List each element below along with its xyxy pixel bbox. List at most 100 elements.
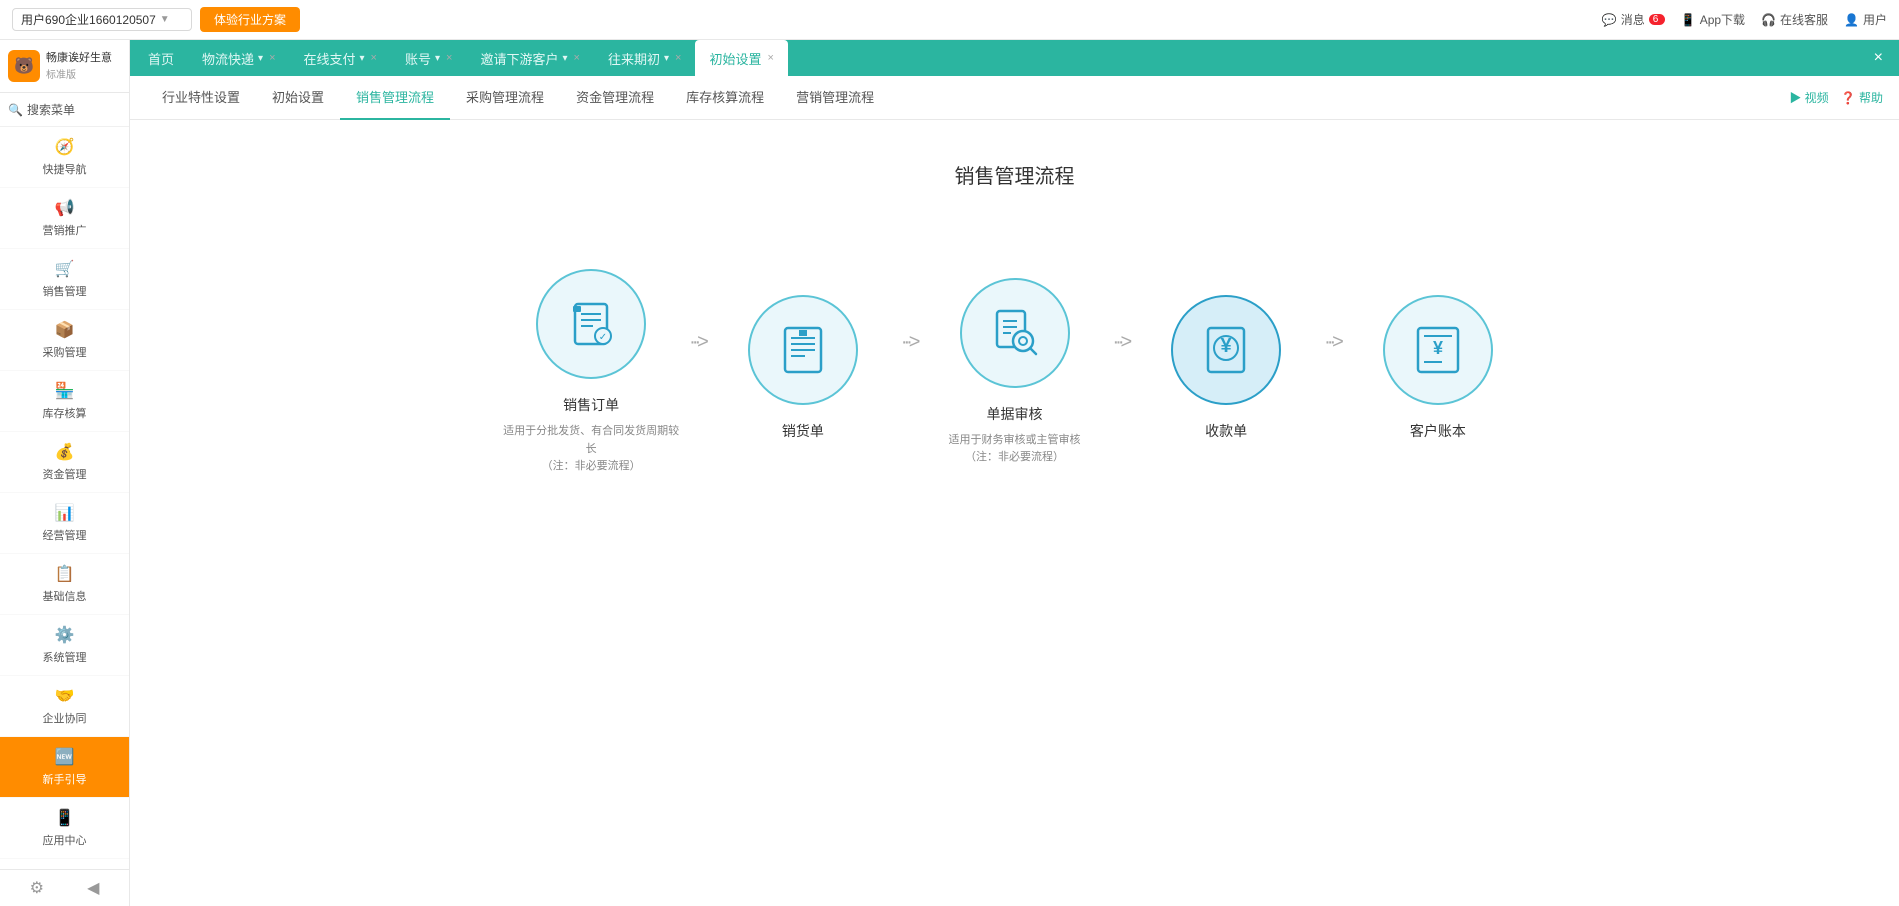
flow-arrow-0: ···> — [689, 331, 705, 354]
sidebar-item-marketing-promo[interactable]: 📢营销推广 — [0, 188, 129, 249]
download-icon: 📱 — [1681, 13, 1696, 27]
nav-icon-finance-mgmt: 💰 — [55, 442, 75, 462]
sub-tabs-right: ▶ 视频 ❓ 帮助 — [1789, 89, 1883, 106]
nav-tab-init-setup[interactable]: 初始设置 × — [695, 40, 787, 76]
help-link[interactable]: ❓ 帮助 — [1841, 89, 1883, 106]
nav-label-enterprise-collab: 企业协同 — [43, 710, 87, 726]
sidebar: 🐻 畅康诶好生意 标准版 🔍 搜索菜单 🧭快捷导航📢营销推广🛒销售管理📦采购管理… — [0, 40, 130, 906]
nav-icon-purchase-mgmt: 📦 — [55, 320, 75, 340]
nav-tab-arrow-account: ▾ — [435, 53, 440, 64]
nav-tab-arrow-payment: ▾ — [360, 53, 365, 64]
nav-icon-quick-nav: 🧭 — [55, 137, 75, 157]
top-bar-right: 💬 消息 6 📱 App下载 🎧 在线客服 👤 用户 — [1602, 11, 1887, 28]
flow-circle-doc-review — [960, 278, 1070, 388]
top-bar: 用户690企业1660120507 ▼ 体验行业方案 💬 消息 6 📱 App下… — [0, 0, 1899, 40]
flow-desc-sales-order: 适用于分批发货、有合同发货周期较长（注：非必要流程） — [501, 423, 681, 476]
nav-icon-app-center: 📱 — [55, 808, 75, 828]
nav-label-app-center: 应用中心 — [43, 832, 87, 848]
nav-label-purchase-mgmt: 采购管理 — [43, 344, 87, 360]
nav-tab-account[interactable]: 账号▾× — [391, 40, 466, 76]
flow-label-doc-review: 单据审核 — [987, 404, 1043, 424]
sub-tab-sales-flow[interactable]: 销售管理流程 — [340, 76, 450, 120]
nav-tab-arrow-invite: ▾ — [562, 53, 567, 64]
search-icon: 🔍 — [8, 103, 23, 117]
nav-tabs: 首页物流快递▾×在线支付▾×账号▾×邀请下游客户▾×往来期初▾×初始设置×× — [130, 40, 1899, 76]
collapse-icon[interactable]: ◀ — [87, 878, 99, 898]
nav-tab-period-init[interactable]: 往来期初 ▾ × — [594, 40, 695, 76]
flow-item-customer-account[interactable]: ¥ 客户账本 — [1348, 295, 1528, 449]
flow-arrow-3: ···> — [1324, 331, 1340, 354]
sidebar-item-ops-mgmt[interactable]: 📊经营管理 — [0, 493, 129, 554]
sidebar-item-sales-mgmt[interactable]: 🛒销售管理 — [0, 249, 129, 310]
sidebar-item-inventory[interactable]: 🏪库存核算 — [0, 371, 129, 432]
help-icon: ❓ — [1841, 91, 1856, 105]
sidebar-item-basic-info[interactable]: 📋基础信息 — [0, 554, 129, 615]
flow-desc-doc-review: 适用于财务审核或主管审核（注：非必要流程） — [949, 432, 1081, 467]
nav-label-sys-mgmt: 系统管理 — [43, 649, 87, 665]
nav-tabs-close-all[interactable]: × — [1862, 49, 1895, 67]
sidebar-item-enterprise-wechat[interactable]: 💬企业微信 — [0, 859, 129, 869]
flow-item-sales-invoice[interactable]: 销货单 — [713, 295, 893, 449]
main-layout: 🐻 畅康诶好生意 标准版 🔍 搜索菜单 🧭快捷导航📢营销推广🛒销售管理📦采购管理… — [0, 40, 1899, 906]
svg-text:✓: ✓ — [599, 332, 607, 343]
help-label: 帮助 — [1859, 91, 1883, 105]
video-link[interactable]: ▶ 视频 — [1789, 89, 1828, 106]
sidebar-item-purchase-mgmt[interactable]: 📦 采购管理 — [0, 310, 129, 371]
flow-item-sales-order[interactable]: ✓ 销售订单 适用于分批发货、有合同发货周期较长（注：非必要流程） — [501, 269, 681, 476]
nav-tab-close-init-setup[interactable]: × — [767, 52, 773, 64]
sub-tab-purchase-flow[interactable]: 采购管理流程 — [450, 76, 560, 120]
user-profile-link[interactable]: 👤 用户 — [1844, 11, 1887, 28]
message-link[interactable]: 💬 消息 6 — [1602, 11, 1665, 28]
nav-tab-arrow-logistics: ▾ — [258, 53, 263, 64]
nav-tab-home[interactable]: 首页 — [134, 40, 188, 76]
sidebar-item-finance-mgmt[interactable]: 💰资金管理 — [0, 432, 129, 493]
sub-tab-init-settings[interactable]: 初始设置 — [256, 76, 340, 120]
service-icon: 🎧 — [1761, 13, 1776, 27]
search-label: 搜索菜单 — [27, 101, 75, 118]
sidebar-item-new-guide[interactable]: 🆕新手引导 — [0, 737, 129, 798]
nav-tab-arrow-period-init: ▾ — [664, 53, 669, 64]
user-selector-text: 用户690企业1660120507 — [21, 11, 156, 28]
sub-tab-inventory-flow[interactable]: 库存核算流程 — [670, 76, 780, 120]
nav-tab-label-period-init: 往来期初 — [608, 49, 660, 68]
nav-tab-logistics[interactable]: 物流快递▾× — [188, 40, 289, 76]
settings-icon[interactable]: ⚙ — [30, 878, 44, 898]
nav-tab-close-invite[interactable]: × — [574, 52, 580, 64]
flow-item-receipt[interactable]: ¥ 收款单 — [1136, 295, 1316, 449]
logo-title: 畅康诶好生意 — [46, 51, 112, 65]
app-download-link[interactable]: 📱 App下载 — [1681, 11, 1745, 28]
online-service-link[interactable]: 🎧 在线客服 — [1761, 11, 1828, 28]
sidebar-item-sys-mgmt[interactable]: ⚙️系统管理 — [0, 615, 129, 676]
sidebar-item-app-center[interactable]: 📱 应用中心 — [0, 798, 129, 859]
flow-label-sales-order: 销售订单 — [563, 395, 619, 415]
sub-tab-industry-settings[interactable]: 行业特性设置 — [146, 76, 256, 120]
sidebar-search[interactable]: 🔍 搜索菜单 — [0, 93, 129, 127]
flow-label-sales-invoice: 销货单 — [782, 421, 824, 441]
app-download-label: App下载 — [1700, 11, 1745, 28]
nav-tab-label-init-setup: 初始设置 — [709, 49, 761, 68]
flow-label-receipt: 收款单 — [1205, 421, 1247, 441]
nav-tab-payment[interactable]: 在线支付 ▾ × — [290, 40, 391, 76]
trial-button[interactable]: 体验行业方案 — [200, 7, 300, 32]
nav-tab-close-logistics[interactable]: × — [269, 52, 275, 64]
nav-label-quick-nav: 快捷导航 — [43, 161, 87, 177]
sub-tab-marketing-flow[interactable]: 营销管理流程 — [780, 76, 890, 120]
logo-icon: 🐻 — [8, 50, 40, 82]
sub-tab-finance-flow[interactable]: 资金管理流程 — [560, 76, 670, 120]
nav-icon-marketing-promo: 📢 — [55, 198, 75, 218]
avatar-icon: 👤 — [1844, 13, 1859, 27]
user-selector[interactable]: 用户690企业1660120507 ▼ — [12, 8, 192, 31]
video-label: 视频 — [1805, 91, 1829, 105]
sub-tabs: 行业特性设置初始设置销售管理流程采购管理流程资金管理流程库存核算流程营销管理流程… — [130, 76, 1899, 120]
flow-item-doc-review[interactable]: 单据审核 适用于财务审核或主管审核（注：非必要流程） — [925, 278, 1105, 467]
nav-tab-close-payment[interactable]: × — [371, 52, 377, 64]
nav-tab-close-period-init[interactable]: × — [675, 52, 681, 64]
sidebar-item-enterprise-collab[interactable]: 🤝企业协同 — [0, 676, 129, 737]
nav-icon-ops-mgmt: 📊 — [55, 503, 75, 523]
main-content: 销售管理流程 ✓ 销售订单 适用于分批发货、有合同发货周期较长（注：非必要流程）… — [130, 120, 1899, 906]
nav-tab-close-account[interactable]: × — [446, 52, 452, 64]
sidebar-item-quick-nav[interactable]: 🧭 快捷导航 — [0, 127, 129, 188]
nav-tab-label-payment: 在线支付 — [304, 49, 356, 68]
nav-tab-invite[interactable]: 邀请下游客户▾× — [466, 40, 593, 76]
flow-label-customer-account: 客户账本 — [1410, 421, 1466, 441]
